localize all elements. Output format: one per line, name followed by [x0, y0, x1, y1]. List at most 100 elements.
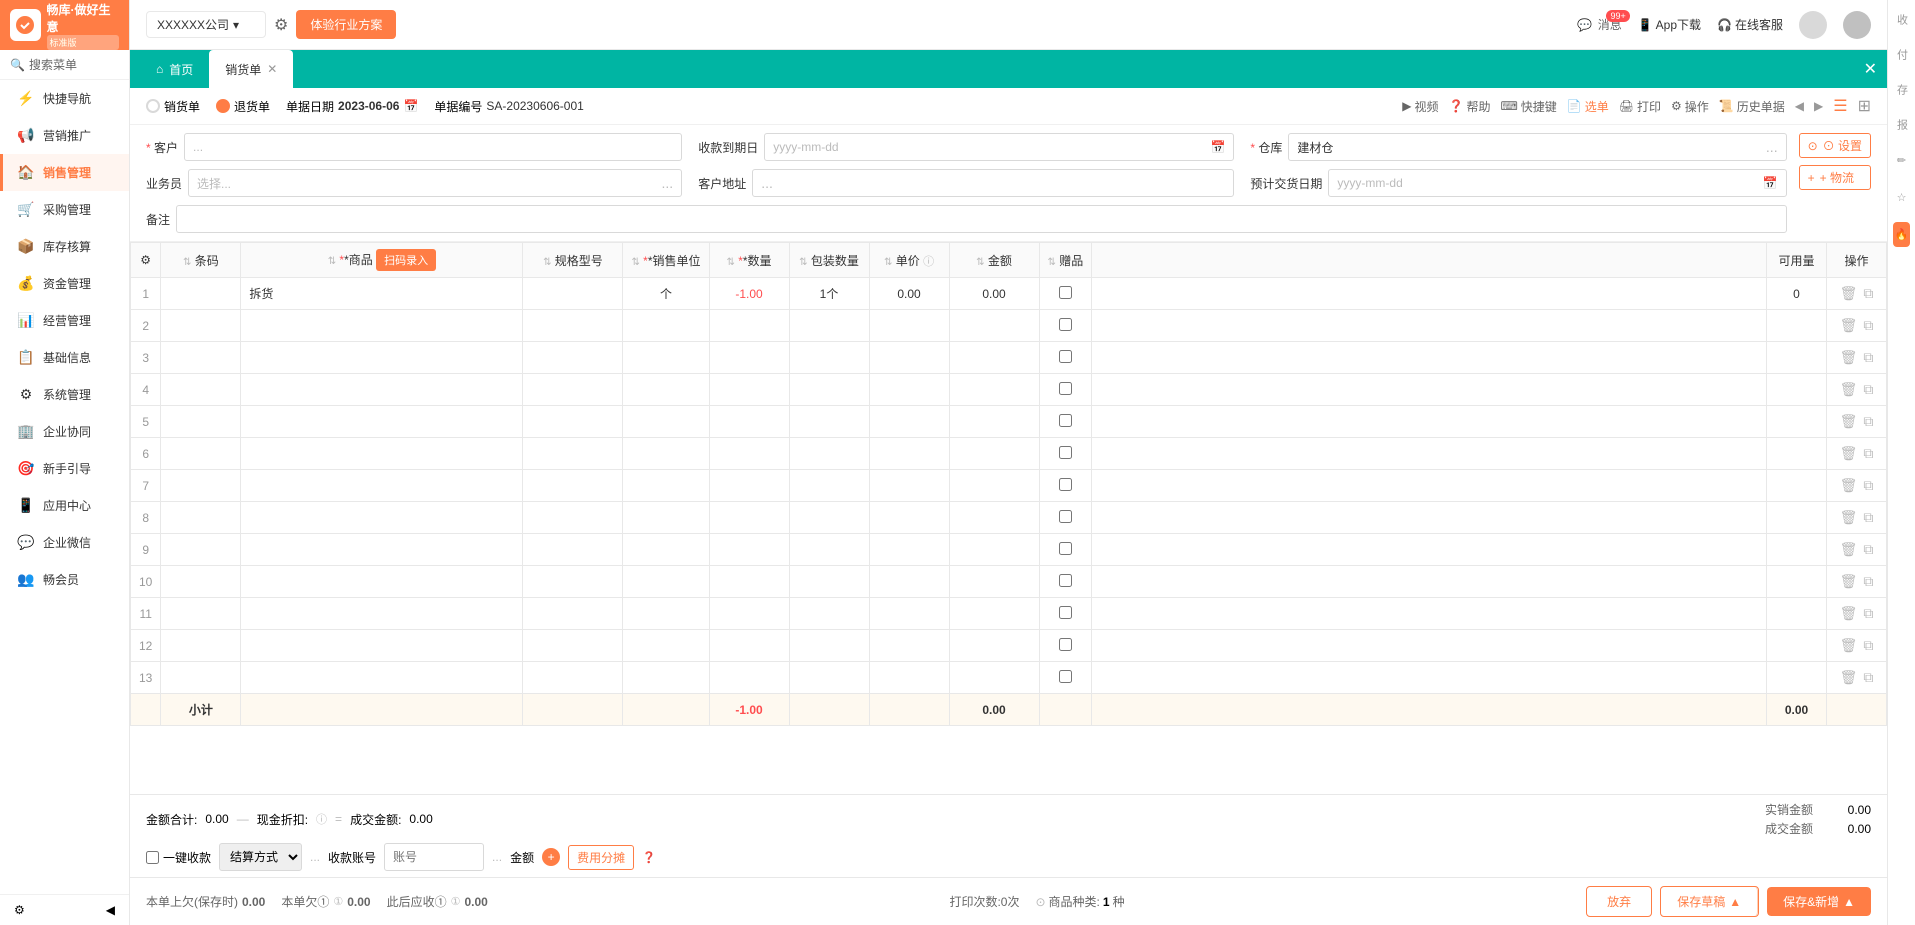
history-btn[interactable]: 📜 历史单据 [1719, 98, 1785, 115]
cell-gift[interactable] [1039, 534, 1092, 566]
price-info-icon[interactable]: ⓘ [923, 256, 934, 268]
cell-price[interactable] [869, 598, 949, 630]
delete-icon[interactable]: 🗑 [1840, 573, 1858, 590]
cell-qty[interactable] [709, 662, 789, 694]
app-download-button[interactable]: 📱 App下载 [1638, 16, 1701, 33]
cell-qty[interactable] [709, 342, 789, 374]
cell-gift[interactable] [1039, 342, 1092, 374]
cell-remark[interactable] [1092, 438, 1767, 470]
cell-spec[interactable] [523, 630, 623, 662]
owe-info-icon[interactable]: ① [333, 895, 343, 908]
cell-spec[interactable] [523, 502, 623, 534]
tab-close-icon[interactable]: ✕ [267, 62, 277, 76]
shortcut-btn[interactable]: ⌨ 快捷键 [1500, 98, 1556, 115]
cell-price[interactable] [869, 406, 949, 438]
cell-amount[interactable] [949, 502, 1039, 534]
sidebar-item-wechat[interactable]: 💬 企业微信 [0, 524, 129, 561]
message-button[interactable]: 💬 99+ 消息 [1577, 16, 1621, 33]
cell-qty[interactable] [709, 374, 789, 406]
cell-barcode[interactable] [161, 406, 241, 438]
cell-qty[interactable] [709, 470, 789, 502]
delete-icon[interactable]: 🗑 [1840, 669, 1858, 686]
operate-btn[interactable]: ⚙ 操作 [1671, 98, 1709, 115]
due-date-input[interactable]: yyyy-mm-dd 📅 [764, 133, 1234, 161]
cell-unit[interactable] [623, 630, 709, 662]
cell-barcode[interactable] [161, 630, 241, 662]
user-avatar[interactable] [1843, 11, 1871, 39]
copy-icon[interactable]: ⧉ [1863, 381, 1873, 398]
abandon-button[interactable]: 放弃 [1586, 886, 1652, 917]
cell-pack-qty[interactable] [789, 566, 869, 598]
cell-amount[interactable]: 0.00 [949, 278, 1039, 310]
customer-input[interactable]: ... [184, 133, 682, 161]
cell-goods[interactable] [241, 502, 523, 534]
cell-barcode[interactable] [161, 438, 241, 470]
cell-amount[interactable] [949, 534, 1039, 566]
cell-spec[interactable] [523, 534, 623, 566]
cell-barcode[interactable] [161, 342, 241, 374]
search-menu[interactable]: 🔍 搜索菜单 [0, 50, 129, 80]
cell-goods[interactable] [241, 598, 523, 630]
cell-gift[interactable] [1039, 598, 1092, 630]
cell-goods[interactable] [241, 374, 523, 406]
cell-pack-qty[interactable] [789, 342, 869, 374]
nav-prev-icon[interactable]: ◀ [1795, 99, 1804, 113]
right-panel-item-6[interactable]: ☆ [1893, 185, 1910, 210]
cell-amount[interactable] [949, 342, 1039, 374]
cell-spec[interactable] [523, 278, 623, 310]
cell-price[interactable]: 0.00 [869, 278, 949, 310]
cell-remark[interactable] [1092, 662, 1767, 694]
salesperson-input[interactable]: 选择... ... [188, 169, 682, 197]
cell-pack-qty[interactable] [789, 630, 869, 662]
cell-price[interactable] [869, 342, 949, 374]
nav-next-icon[interactable]: ▶ [1814, 99, 1823, 113]
cell-unit[interactable]: 个 [623, 278, 709, 310]
right-panel-item-3[interactable]: 存 [1892, 78, 1912, 101]
cell-pack-qty[interactable] [789, 406, 869, 438]
cell-remark[interactable] [1092, 534, 1767, 566]
fee-split-button[interactable]: 费用分摊 [568, 845, 634, 870]
cell-spec[interactable] [523, 470, 623, 502]
cell-qty[interactable] [709, 406, 789, 438]
cell-spec[interactable] [523, 342, 623, 374]
right-panel-item-2[interactable]: 付 [1892, 43, 1912, 66]
help-btn[interactable]: ❓ 帮助 [1449, 98, 1491, 115]
cell-pack-qty[interactable] [789, 470, 869, 502]
delete-icon[interactable]: 🗑 [1840, 637, 1858, 654]
print-btn[interactable]: 🖨 打印 [1619, 98, 1661, 115]
cell-gift[interactable] [1039, 278, 1092, 310]
avatar[interactable] [1799, 11, 1827, 39]
cell-price[interactable] [869, 310, 949, 342]
cell-pack-qty[interactable] [789, 598, 869, 630]
radio-sales-order[interactable]: 销货单 [146, 98, 200, 115]
select-btn[interactable]: 📄 选单 [1567, 98, 1609, 115]
copy-icon[interactable]: ⧉ [1863, 605, 1873, 622]
cell-amount[interactable] [949, 598, 1039, 630]
cell-remark[interactable] [1092, 278, 1767, 310]
gift-checkbox[interactable] [1059, 510, 1072, 523]
copy-icon[interactable]: ⧉ [1863, 317, 1873, 334]
cell-amount[interactable] [949, 566, 1039, 598]
cell-unit[interactable] [623, 566, 709, 598]
sidebar-item-app[interactable]: 📱 应用中心 [0, 487, 129, 524]
table-wrap[interactable]: ⚙ ⇅ 条码 ⇅ **商品 扫码录入 ⇅ [130, 242, 1887, 794]
cell-goods[interactable] [241, 630, 523, 662]
cell-pack-qty[interactable] [789, 534, 869, 566]
gift-checkbox[interactable] [1059, 318, 1072, 331]
cell-qty[interactable] [709, 598, 789, 630]
gift-checkbox[interactable] [1059, 638, 1072, 651]
cell-price[interactable] [869, 438, 949, 470]
cell-gift[interactable] [1039, 630, 1092, 662]
cell-gift[interactable] [1039, 438, 1092, 470]
cell-amount[interactable] [949, 438, 1039, 470]
cell-goods[interactable] [241, 662, 523, 694]
sidebar-item-fund[interactable]: 💰 资金管理 [0, 265, 129, 302]
cell-goods[interactable] [241, 438, 523, 470]
cell-barcode[interactable] [161, 502, 241, 534]
cell-unit[interactable] [623, 534, 709, 566]
cell-qty[interactable] [709, 310, 789, 342]
cell-pack-qty[interactable] [789, 438, 869, 470]
cell-unit[interactable] [623, 438, 709, 470]
gift-checkbox[interactable] [1059, 542, 1072, 555]
cell-goods[interactable] [241, 566, 523, 598]
